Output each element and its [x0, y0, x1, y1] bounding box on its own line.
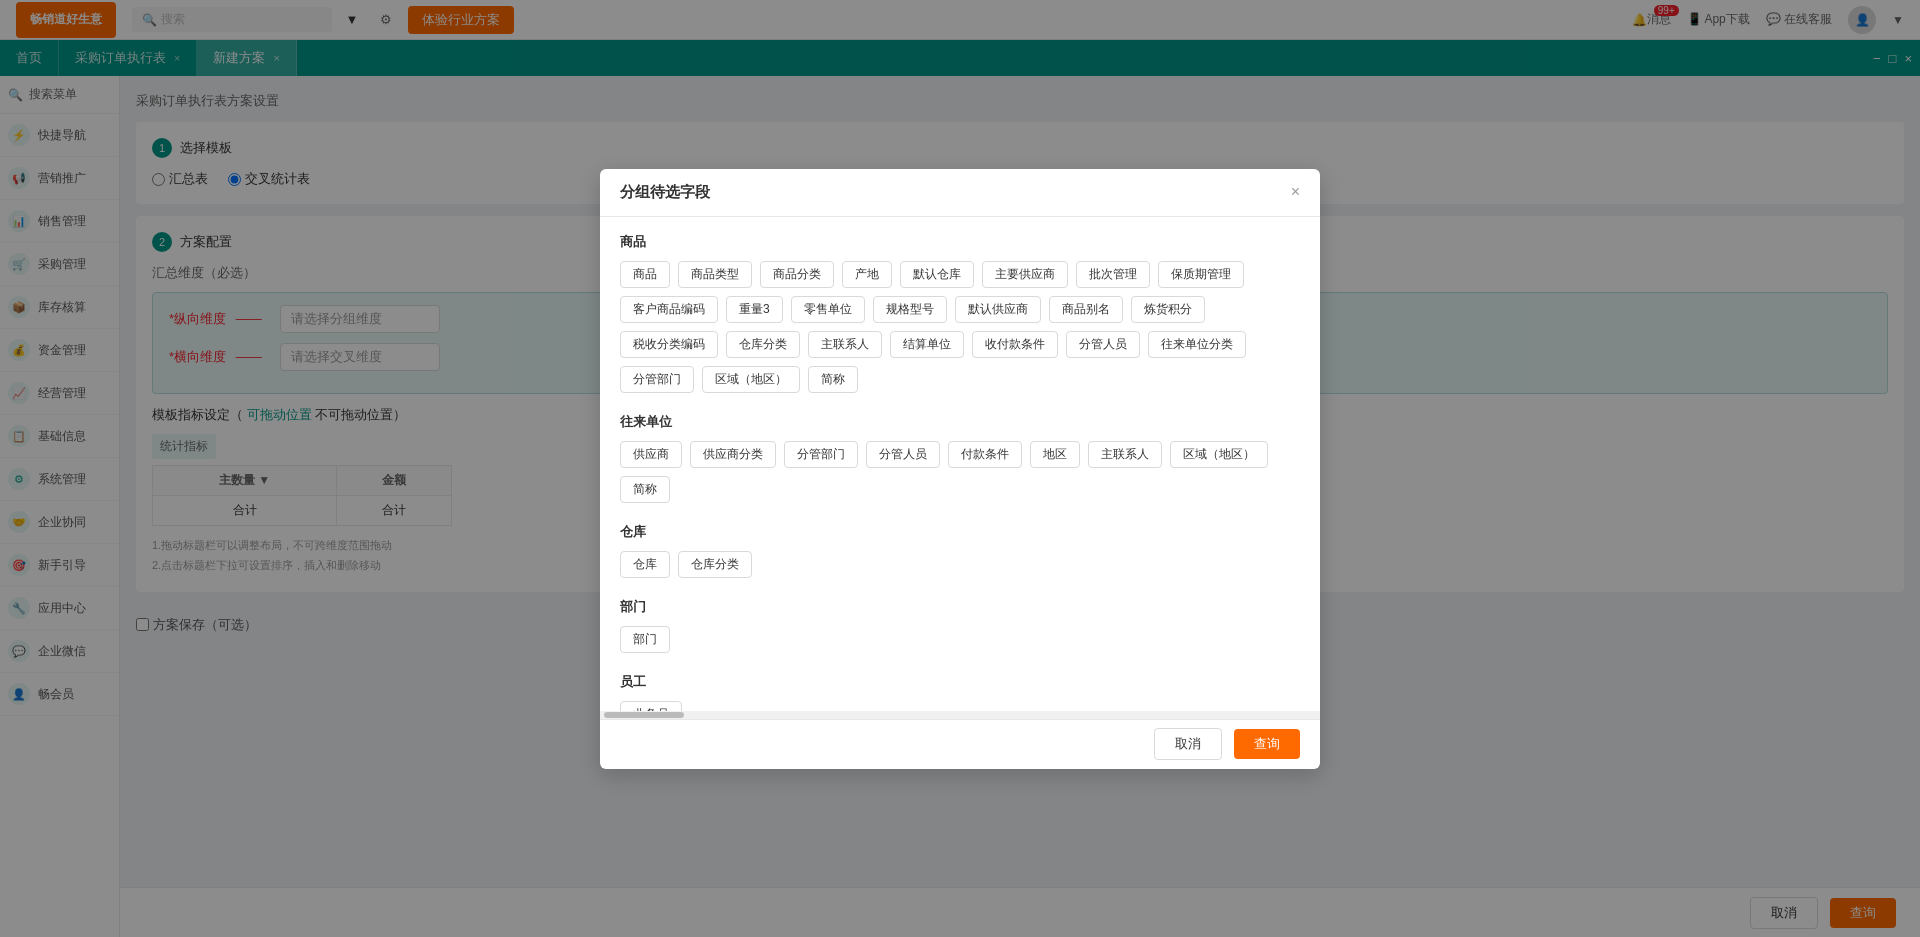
field-select-modal: 分组待选字段 × 商品 商品 商品类型 商品分类 产地 默认仓库 主要供应商 批… [600, 169, 1320, 769]
field-tag[interactable]: 仓库分类 [726, 331, 800, 358]
field-tag[interactable]: 规格型号 [873, 296, 947, 323]
field-tag[interactable]: 区域（地区） [1170, 441, 1268, 468]
field-tag[interactable]: 仓库分类 [678, 551, 752, 578]
section-goods: 商品 商品 商品类型 商品分类 产地 默认仓库 主要供应商 批次管理 保质期管理… [620, 233, 1300, 393]
field-tag[interactable]: 往来单位分类 [1148, 331, 1246, 358]
field-tag[interactable]: 客户商品编码 [620, 296, 718, 323]
section-employee-title: 员工 [620, 673, 1300, 691]
modal-footer: 取消 查询 [600, 719, 1320, 769]
field-tag[interactable]: 部门 [620, 626, 670, 653]
field-tag[interactable]: 简称 [620, 476, 670, 503]
field-tag[interactable]: 付款条件 [948, 441, 1022, 468]
field-tag[interactable]: 主联系人 [808, 331, 882, 358]
field-tag[interactable]: 供应商 [620, 441, 682, 468]
section-warehouse-title: 仓库 [620, 523, 1300, 541]
modal-title: 分组待选字段 [620, 183, 710, 202]
field-tag[interactable]: 产地 [842, 261, 892, 288]
employee-field-tags: 业务员 [620, 701, 1300, 711]
field-tag[interactable]: 商品 [620, 261, 670, 288]
field-tag[interactable]: 简称 [808, 366, 858, 393]
field-tag[interactable]: 地区 [1030, 441, 1080, 468]
field-tag[interactable]: 重量3 [726, 296, 783, 323]
department-field-tags: 部门 [620, 626, 1300, 653]
field-tag[interactable]: 收付款条件 [972, 331, 1058, 358]
field-tag[interactable]: 分管部门 [784, 441, 858, 468]
modal-horizontal-scrollbar[interactable] [600, 711, 1320, 719]
section-warehouse: 仓库 仓库 仓库分类 [620, 523, 1300, 578]
partner-field-tags: 供应商 供应商分类 分管部门 分管人员 付款条件 地区 主联系人 区域（地区） … [620, 441, 1300, 503]
field-tag[interactable]: 默认仓库 [900, 261, 974, 288]
modal-cancel-button[interactable]: 取消 [1154, 728, 1222, 760]
field-tag[interactable]: 结算单位 [890, 331, 964, 358]
section-partner-title: 往来单位 [620, 413, 1300, 431]
section-goods-title: 商品 [620, 233, 1300, 251]
modal-header: 分组待选字段 × [600, 169, 1320, 217]
field-tag[interactable]: 区域（地区） [702, 366, 800, 393]
modal-body: 商品 商品 商品类型 商品分类 产地 默认仓库 主要供应商 批次管理 保质期管理… [600, 217, 1320, 711]
modal-confirm-button[interactable]: 查询 [1234, 729, 1300, 759]
field-tag[interactable]: 零售单位 [791, 296, 865, 323]
field-tag[interactable]: 供应商分类 [690, 441, 776, 468]
field-tag[interactable]: 默认供应商 [955, 296, 1041, 323]
goods-field-tags: 商品 商品类型 商品分类 产地 默认仓库 主要供应商 批次管理 保质期管理 客户… [620, 261, 1300, 393]
field-tag[interactable]: 分管人员 [866, 441, 940, 468]
field-tag[interactable]: 主联系人 [1088, 441, 1162, 468]
field-tag[interactable]: 仓库 [620, 551, 670, 578]
field-tag[interactable]: 炼货积分 [1131, 296, 1205, 323]
scrollbar-thumb [604, 712, 684, 718]
section-employee: 员工 业务员 [620, 673, 1300, 711]
field-tag[interactable]: 商品类型 [678, 261, 752, 288]
warehouse-field-tags: 仓库 仓库分类 [620, 551, 1300, 578]
field-tag[interactable]: 保质期管理 [1158, 261, 1244, 288]
field-tag[interactable]: 批次管理 [1076, 261, 1150, 288]
modal-close-button[interactable]: × [1291, 184, 1300, 200]
field-tag[interactable]: 税收分类编码 [620, 331, 718, 358]
modal-overlay[interactable]: 分组待选字段 × 商品 商品 商品类型 商品分类 产地 默认仓库 主要供应商 批… [0, 0, 1920, 937]
field-tag[interactable]: 主要供应商 [982, 261, 1068, 288]
section-partner: 往来单位 供应商 供应商分类 分管部门 分管人员 付款条件 地区 主联系人 区域… [620, 413, 1300, 503]
field-tag[interactable]: 分管部门 [620, 366, 694, 393]
field-tag[interactable]: 商品别名 [1049, 296, 1123, 323]
field-tag[interactable]: 业务员 [620, 701, 682, 711]
section-department-title: 部门 [620, 598, 1300, 616]
field-tag[interactable]: 分管人员 [1066, 331, 1140, 358]
field-tag[interactable]: 商品分类 [760, 261, 834, 288]
section-department: 部门 部门 [620, 598, 1300, 653]
